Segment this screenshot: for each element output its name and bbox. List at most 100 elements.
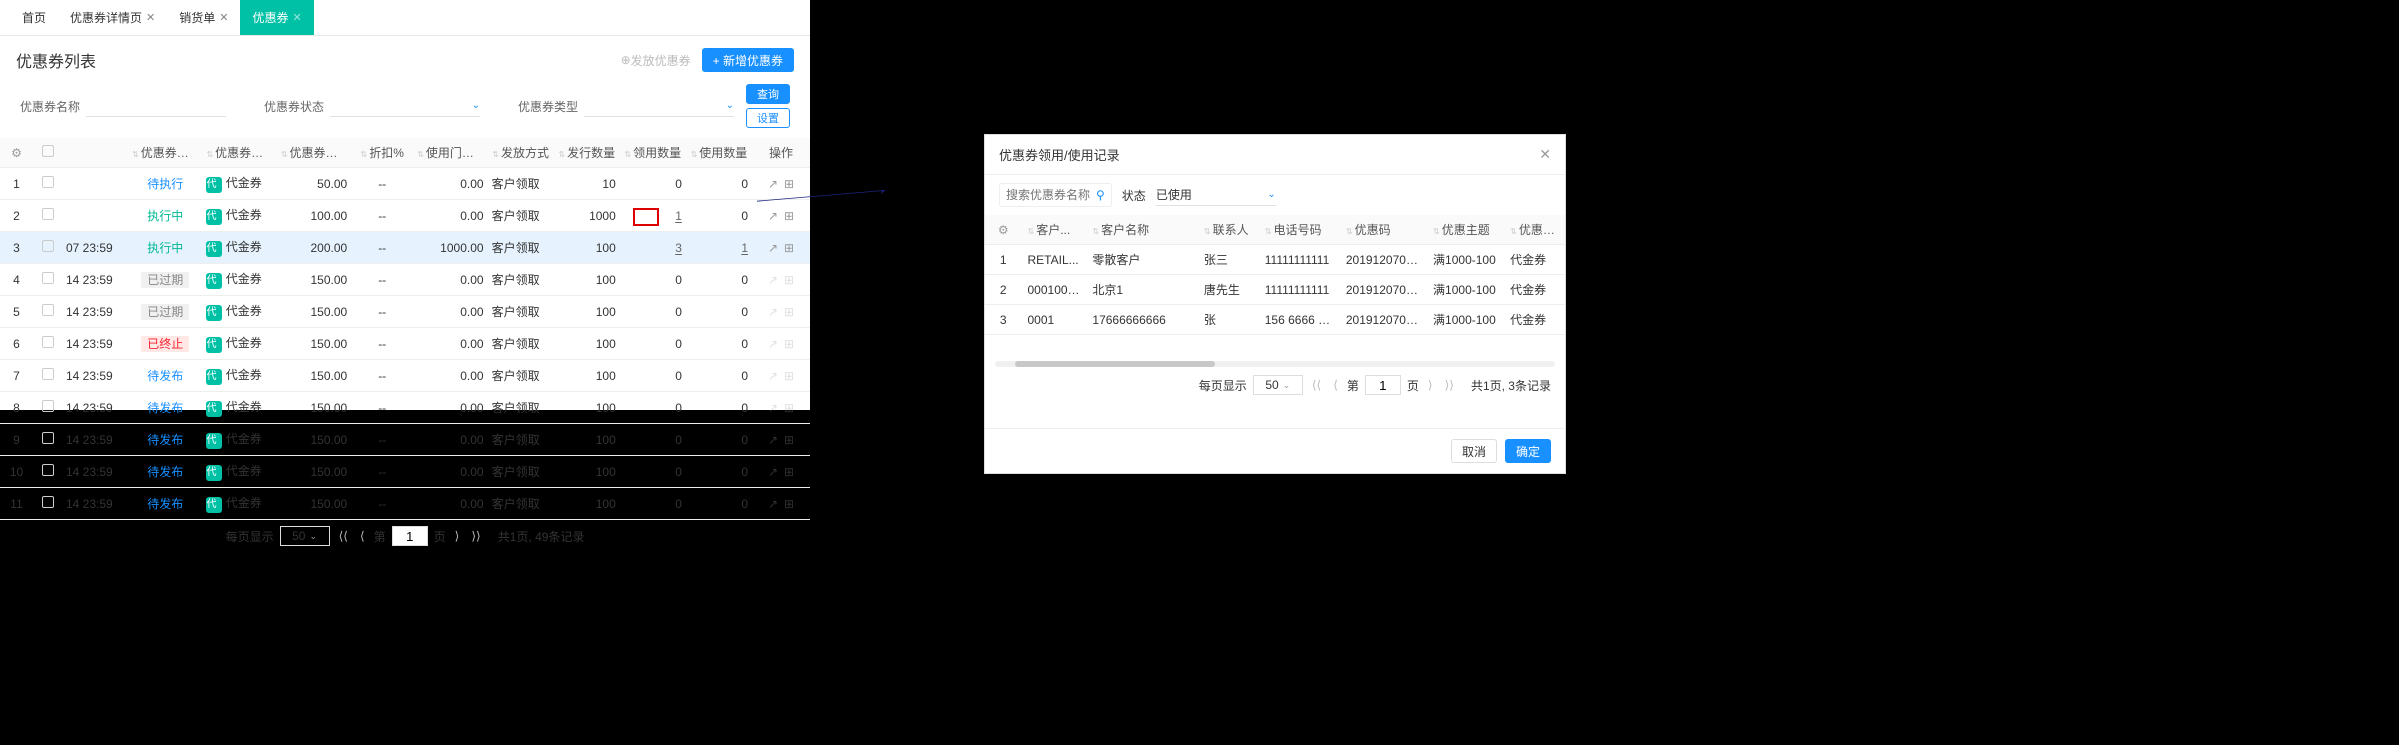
gear-icon[interactable]: ⚙ <box>11 146 22 160</box>
modal-column-header[interactable]: ⇅优惠主题 <box>1427 215 1504 245</box>
column-header[interactable]: ⇅使用数量 <box>686 138 752 168</box>
cancel-button[interactable]: 取消 <box>1451 439 1497 463</box>
row-checkbox[interactable] <box>42 464 54 476</box>
column-header[interactable]: ⇅发放方式 <box>488 138 554 168</box>
share-icon[interactable]: ↗ <box>768 465 778 479</box>
table-row[interactable]: 2执行中代 代金券100.00--0.00客户领取100010↗⊞ <box>0 200 810 232</box>
column-header[interactable]: ⇅发行数量 <box>554 138 620 168</box>
last-page-icon[interactable]: ⟩⟩ <box>468 529 483 543</box>
column-header[interactable]: 操作 <box>752 138 810 168</box>
tab-优惠券详情页[interactable]: 优惠券详情页✕ <box>58 0 167 35</box>
column-header[interactable]: ⇅优惠券状态 <box>128 138 202 168</box>
column-header[interactable] <box>62 138 128 168</box>
qr-icon[interactable]: ⊞ <box>784 465 794 479</box>
distribute-coupon-button[interactable]: ⊕ 发放优惠券 <box>610 48 702 72</box>
modal-search-input[interactable]: ⚲ <box>999 183 1112 207</box>
modal-column-header[interactable]: ⇅客户... <box>1022 215 1087 245</box>
share-icon[interactable]: ↗ <box>768 209 778 223</box>
coupon-type-select[interactable]: ⌄ <box>584 95 734 117</box>
qr-icon[interactable]: ⊞ <box>784 305 794 319</box>
next-page-icon[interactable]: ⟩ <box>1425 378 1436 392</box>
column-header[interactable]: ⚙ <box>0 138 33 168</box>
table-row[interactable]: 714 23:59待发布代 代金券150.00--0.00客户领取10000↗⊞ <box>0 360 810 392</box>
modal-page-input[interactable] <box>1365 375 1401 395</box>
claim-count-link[interactable]: 3 <box>675 241 682 255</box>
claim-count-link[interactable]: 1 <box>675 209 682 223</box>
modal-status-select[interactable]: 已使用 ⌄ <box>1156 184 1276 206</box>
modal-column-header[interactable]: ⇅优惠券类 <box>1504 215 1565 245</box>
qr-icon[interactable]: ⊞ <box>784 241 794 255</box>
row-checkbox[interactable] <box>42 432 54 444</box>
prev-page-icon[interactable]: ⟨ <box>1330 378 1341 392</box>
modal-table-row[interactable]: 200010001北京1唐先生111111111112019120701...满… <box>985 275 1565 305</box>
modal-table-row[interactable]: 1RETAIL...零散客户张三111111111112019120701...… <box>985 245 1565 275</box>
column-header[interactable]: ⇅优惠券面值 <box>277 138 351 168</box>
column-header[interactable]: ⇅使用门槛... <box>413 138 487 168</box>
modal-column-header[interactable]: ⇅联系人 <box>1198 215 1259 245</box>
tab-销货单[interactable]: 销货单✕ <box>167 0 240 35</box>
share-icon[interactable]: ↗ <box>768 241 778 255</box>
first-page-icon[interactable]: ⟨⟨ <box>336 529 351 543</box>
share-icon[interactable]: ↗ <box>768 305 778 319</box>
next-page-icon[interactable]: ⟩ <box>452 529 463 543</box>
modal-column-header[interactable]: ⇅客户名称 <box>1086 215 1198 245</box>
use-count-link[interactable]: 1 <box>741 241 748 255</box>
table-row[interactable]: 1014 23:59待发布代 代金券150.00--0.00客户领取10000↗… <box>0 456 810 488</box>
qr-icon[interactable]: ⊞ <box>784 273 794 287</box>
table-row[interactable]: 514 23:59已过期代 代金券150.00--0.00客户领取10000↗⊞ <box>0 296 810 328</box>
ok-button[interactable]: 确定 <box>1505 439 1551 463</box>
tab-close-icon[interactable]: ✕ <box>293 11 302 24</box>
table-row[interactable]: 414 23:59已过期代 代金券150.00--0.00客户领取10000↗⊞ <box>0 264 810 296</box>
table-row[interactable]: 1114 23:59待发布代 代金券150.00--0.00客户领取10000↗… <box>0 488 810 520</box>
share-icon[interactable]: ↗ <box>768 337 778 351</box>
row-checkbox[interactable] <box>42 176 54 188</box>
row-checkbox[interactable] <box>42 400 54 412</box>
prev-page-icon[interactable]: ⟨ <box>357 529 368 543</box>
qr-icon[interactable]: ⊞ <box>784 177 794 191</box>
modal-column-header[interactable]: ⚙ <box>985 215 1022 245</box>
tab-首页[interactable]: 首页 <box>10 0 58 35</box>
search-button[interactable]: 查询 <box>746 84 790 104</box>
share-icon[interactable]: ↗ <box>768 433 778 447</box>
per-page-select[interactable]: 50⌄ <box>280 526 330 546</box>
table-row[interactable]: 614 23:59已终止代 代金券150.00--0.00客户领取10000↗⊞ <box>0 328 810 360</box>
row-checkbox[interactable] <box>42 336 54 348</box>
gear-icon[interactable]: ⚙ <box>998 223 1009 237</box>
settings-button[interactable]: 设置 <box>746 108 790 128</box>
column-header[interactable]: ⇅领用数量 <box>620 138 686 168</box>
table-row[interactable]: 914 23:59待发布代 代金券150.00--0.00客户领取10000↗⊞ <box>0 424 810 456</box>
share-icon[interactable]: ↗ <box>768 177 778 191</box>
table-row[interactable]: 1待执行代 代金券50.00--0.00客户领取1000↗⊞ <box>0 168 810 200</box>
qr-icon[interactable]: ⊞ <box>784 497 794 511</box>
column-header[interactable]: ⇅折扣% <box>351 138 413 168</box>
tab-优惠券[interactable]: 优惠券✕ <box>240 0 313 35</box>
qr-icon[interactable]: ⊞ <box>784 433 794 447</box>
share-icon[interactable]: ↗ <box>768 497 778 511</box>
add-coupon-button[interactable]: + 新增优惠券 <box>702 48 794 72</box>
row-checkbox[interactable] <box>42 368 54 380</box>
qr-icon[interactable]: ⊞ <box>784 337 794 351</box>
share-icon[interactable]: ↗ <box>768 369 778 383</box>
coupon-name-input[interactable] <box>86 95 226 117</box>
share-icon[interactable]: ↗ <box>768 401 778 415</box>
horizontal-scrollbar[interactable] <box>995 361 1555 367</box>
table-row[interactable]: 814 23:59待发布代 代金券150.00--0.00客户领取10000↗⊞ <box>0 392 810 424</box>
table-row[interactable]: 307 23:59执行中代 代金券200.00--1000.00客户领取1003… <box>0 232 810 264</box>
tab-close-icon[interactable]: ✕ <box>146 11 155 24</box>
qr-icon[interactable]: ⊞ <box>784 209 794 223</box>
last-page-icon[interactable]: ⟩⟩ <box>1442 378 1457 392</box>
row-checkbox[interactable] <box>42 208 54 220</box>
column-header[interactable]: ⇅优惠券类型 <box>202 138 276 168</box>
row-checkbox[interactable] <box>42 240 54 252</box>
first-page-icon[interactable]: ⟨⟨ <box>1309 378 1324 392</box>
share-icon[interactable]: ↗ <box>768 273 778 287</box>
row-checkbox[interactable] <box>42 304 54 316</box>
page-number-input[interactable] <box>392 526 428 546</box>
row-checkbox[interactable] <box>42 272 54 284</box>
coupon-status-select[interactable]: ⌄ <box>330 95 480 117</box>
modal-column-header[interactable]: ⇅电话号码 <box>1259 215 1340 245</box>
qr-icon[interactable]: ⊞ <box>784 401 794 415</box>
select-all-checkbox[interactable] <box>42 145 54 157</box>
close-icon[interactable]: ✕ <box>1539 146 1551 163</box>
tab-close-icon[interactable]: ✕ <box>219 11 228 24</box>
